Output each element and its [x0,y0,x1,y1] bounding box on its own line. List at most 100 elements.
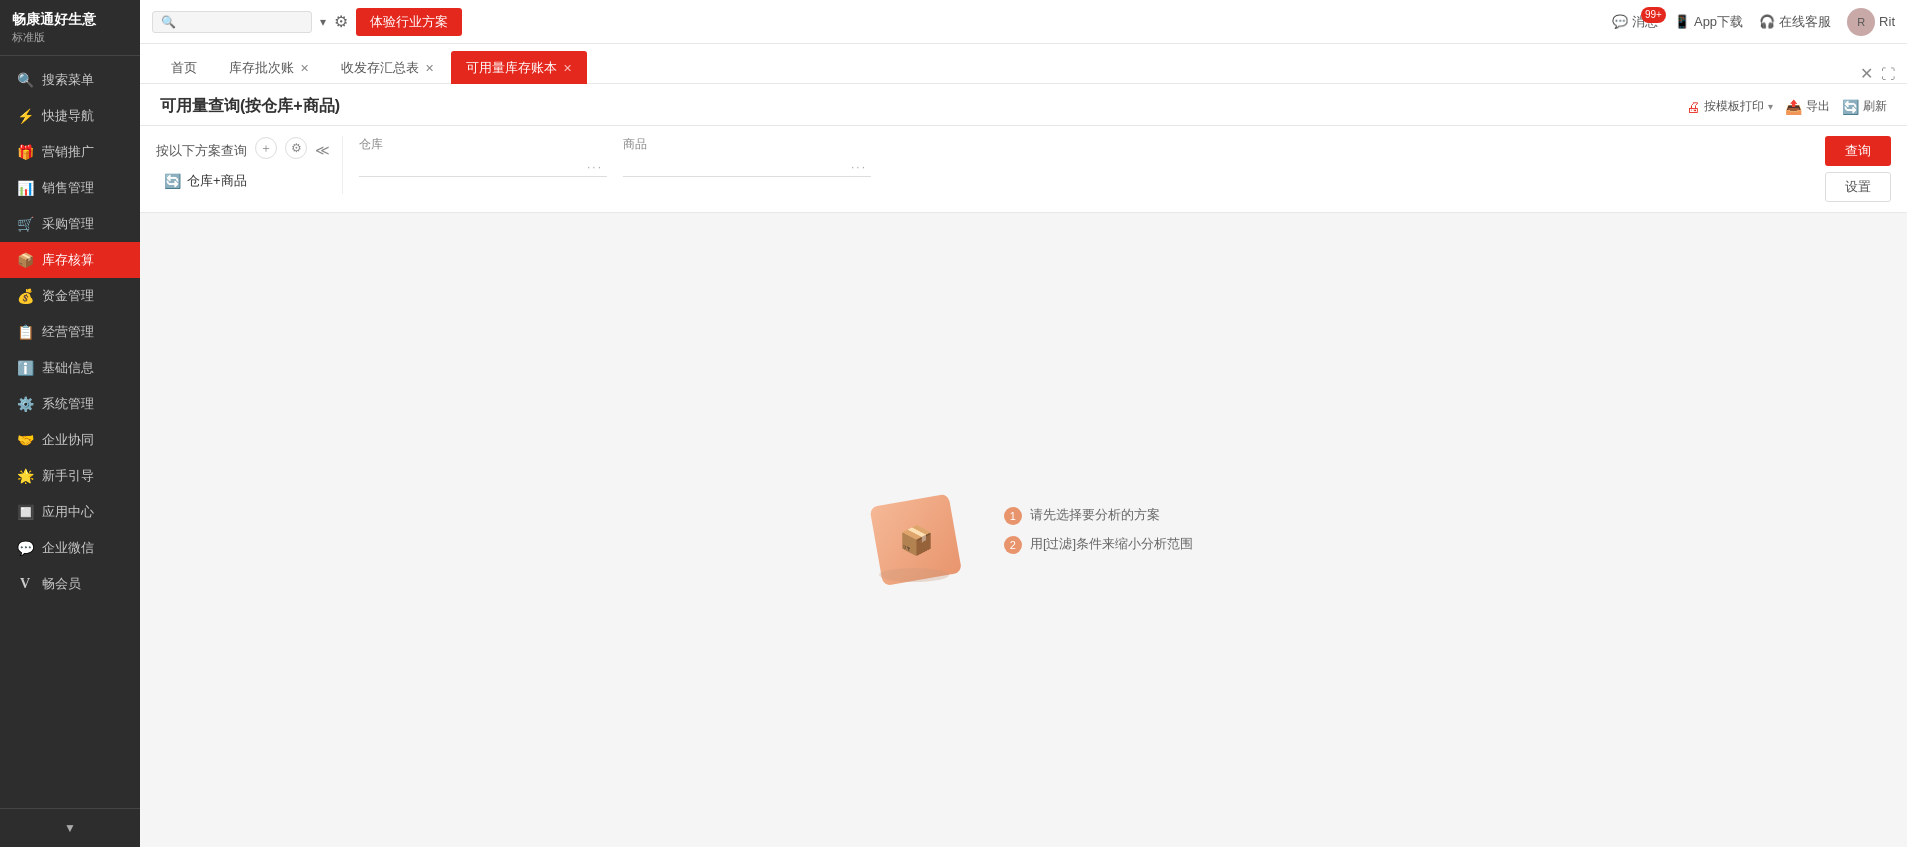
settings-button[interactable]: 设置 [1825,172,1891,202]
sidebar-item-basic[interactable]: ℹ️ 基础信息 [0,350,140,386]
sidebar-item-ops[interactable]: 📋 经营管理 [0,314,140,350]
sidebar-item-shortcut[interactable]: ⚡ 快捷导航 [0,98,140,134]
tab-home[interactable]: 首页 [156,51,212,84]
app-download-label: App下载 [1694,13,1743,31]
sidebar-item-label: 应用中心 [42,503,94,521]
sidebar-item-enterprise-coop[interactable]: 🤝 企业协同 [0,422,140,458]
topbar-search-box[interactable]: 🔍 [152,11,312,33]
sidebar-item-label: 搜索菜单 [42,71,94,89]
collapse-button[interactable]: ≪ [315,138,330,158]
product-field-label: 商品 [623,136,871,153]
print-button[interactable]: 🖨 按模板打印 ▾ [1686,98,1773,115]
refresh-icon: 🔄 [1842,99,1859,115]
warehouse-more-icon[interactable]: ··· [587,160,603,174]
tab-available-inventory-close[interactable]: ✕ [563,62,572,75]
manage-scheme-button[interactable]: ⚙ [285,137,307,159]
online-service-button[interactable]: 🎧 在线客服 [1759,13,1831,31]
sidebar-item-inventory[interactable]: 📦 库存核算 [0,242,140,278]
sidebar-item-enterprise-wx[interactable]: 💬 企业微信 [0,530,140,566]
marketing-nav-icon: 🎁 [16,144,34,160]
tab-inventory-batch[interactable]: 库存批次账 ✕ [214,51,324,84]
filter-section: 按以下方案查询 ＋ ⚙ ≪ 🔄 仓库+商品 仓库 [140,126,1907,213]
tab-inventory-batch-label: 库存批次账 [229,59,294,77]
sidebar-item-vip[interactable]: V 畅会员 [0,566,140,602]
headset-icon: 🎧 [1759,14,1775,29]
empty-illustration: 📦 [854,470,974,590]
sidebar-item-system[interactable]: ⚙️ 系统管理 [0,386,140,422]
tabs-bar: 首页 库存批次账 ✕ 收发存汇总表 ✕ 可用量库存账本 ✕ ✕ ⛶ [140,44,1907,84]
scheme-label: 仓库+商品 [187,172,247,190]
filter-fields-and-actions: 仓库 ··· 商品 ··· [359,136,1891,202]
topbar-gear-button[interactable]: ⚙ [334,12,348,31]
sidebar-item-sales[interactable]: 📊 销售管理 [0,170,140,206]
message-icon: 💬 [1612,14,1628,29]
enterprise-coop-nav-icon: 🤝 [16,432,34,448]
sidebar-item-label: 资金管理 [42,287,94,305]
tab-receipt-summary-close[interactable]: ✕ [425,62,434,75]
sidebar-item-search[interactable]: 🔍 搜索菜单 [0,62,140,98]
system-nav-icon: ⚙️ [16,396,34,412]
topbar-dropdown-button[interactable]: ▾ [320,15,326,29]
refresh-button[interactable]: 🔄 刷新 [1842,98,1887,115]
empty-tip-1: 1 请先选择要分析的方案 [1004,506,1193,525]
sidebar-item-label: 库存核算 [42,251,94,269]
filter-label: 按以下方案查询 [156,136,247,160]
sidebar-item-label: 经营管理 [42,323,94,341]
tab-home-label: 首页 [171,59,197,77]
sidebar-item-label: 销售管理 [42,179,94,197]
empty-shadow [879,568,949,582]
tabs-close-all-button[interactable]: ✕ [1860,64,1873,83]
print-dropdown-icon[interactable]: ▾ [1768,101,1773,112]
empty-state: 📦 1 请先选择要分析的方案 2 用[过滤]条件来缩小分析范围 [140,213,1907,847]
page-header-actions: 🖨 按模板打印 ▾ 📤 导出 🔄 刷新 [1686,98,1887,115]
sidebar-item-label: 基础信息 [42,359,94,377]
tip-num-2: 2 [1004,536,1022,554]
warehouse-input[interactable] [363,159,583,174]
industry-solution-button[interactable]: 体验行业方案 [356,8,462,36]
product-input[interactable] [627,159,847,174]
product-more-icon[interactable]: ··· [851,160,867,174]
sidebar-nav: 🔍 搜索菜单 ⚡ 快捷导航 🎁 营销推广 📊 销售管理 🛒 采购管理 📦 库存核… [0,56,140,808]
empty-tip-2: 2 用[过滤]条件来缩小分析范围 [1004,535,1193,554]
search-input[interactable] [180,15,303,29]
empty-tips: 1 请先选择要分析的方案 2 用[过滤]条件来缩小分析范围 [1004,506,1193,554]
filter-fields: 仓库 ··· 商品 ··· [359,136,1805,177]
sidebar-scroll-down[interactable]: ▼ [0,817,140,839]
filter-label-row: 按以下方案查询 ＋ ⚙ ≪ [156,136,330,160]
user-info[interactable]: R Rit [1847,8,1895,36]
tab-available-inventory[interactable]: 可用量库存账本 ✕ [451,51,587,84]
add-scheme-button[interactable]: ＋ [255,137,277,159]
tip-text-2: 用[过滤]条件来缩小分析范围 [1030,535,1193,553]
sidebar-item-newbie[interactable]: 🌟 新手引导 [0,458,140,494]
scheme-warehouse-product[interactable]: 🔄 仓库+商品 [156,168,330,194]
app-center-nav-icon: 🔲 [16,504,34,520]
sidebar-item-finance[interactable]: 💰 资金管理 [0,278,140,314]
basic-nav-icon: ℹ️ [16,360,34,376]
finance-nav-icon: 💰 [16,288,34,304]
sidebar-item-app-center[interactable]: 🔲 应用中心 [0,494,140,530]
topbar-right: 💬 消息 99+ 📱 App下载 🎧 在线客服 R Rit [1612,8,1895,36]
newbie-nav-icon: 🌟 [16,468,34,484]
app-download-button[interactable]: 📱 App下载 [1674,13,1743,31]
user-avatar: R [1847,8,1875,36]
tab-inventory-batch-close[interactable]: ✕ [300,62,309,75]
sidebar-item-label: 畅会员 [42,575,81,593]
tab-receipt-summary[interactable]: 收发存汇总表 ✕ [326,51,449,84]
inventory-nav-icon: 📦 [16,252,34,268]
query-button[interactable]: 查询 [1825,136,1891,166]
product-field-input-wrapper: ··· [623,157,871,177]
refresh-label: 刷新 [1863,98,1887,115]
tip-text-1: 请先选择要分析的方案 [1030,506,1160,524]
tip-num-1: 1 [1004,507,1022,525]
scroll-down-icon: ▼ [64,821,76,835]
scheme-icon: 🔄 [164,173,181,189]
sidebar-item-marketing[interactable]: 🎁 营销推广 [0,134,140,170]
export-icon: 📤 [1785,99,1802,115]
sidebar-item-purchase[interactable]: 🛒 采购管理 [0,206,140,242]
sidebar-item-label: 新手引导 [42,467,94,485]
sidebar-item-label: 营销推广 [42,143,94,161]
export-button[interactable]: 📤 导出 [1785,98,1830,115]
tabs-expand-button[interactable]: ⛶ [1881,66,1895,82]
filter-right-buttons: 查询 设置 [1825,136,1891,202]
message-button[interactable]: 💬 消息 99+ [1612,13,1658,31]
